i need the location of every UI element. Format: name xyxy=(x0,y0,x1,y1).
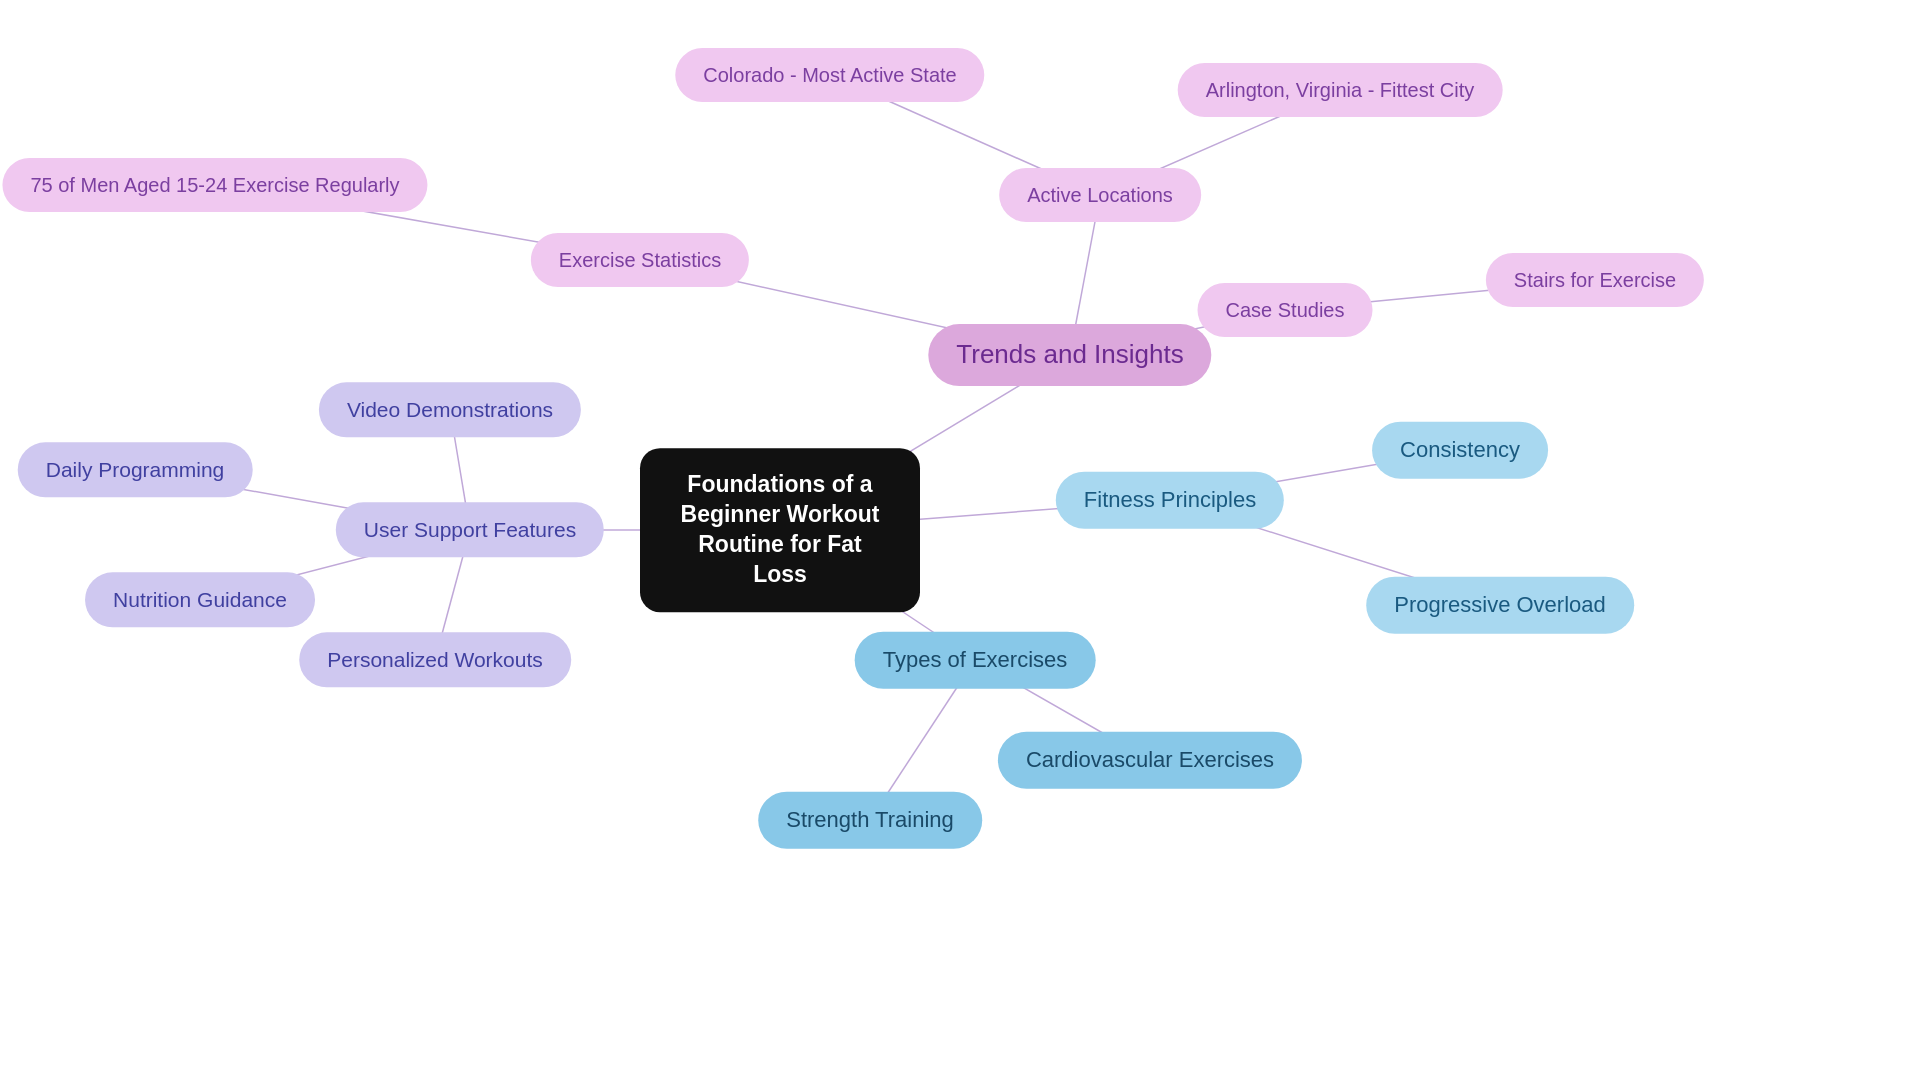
exercise-stats-node[interactable]: Exercise Statistics xyxy=(531,233,749,287)
video-demo-label: Video Demonstrations xyxy=(347,396,553,423)
stairs-node[interactable]: Stairs for Exercise xyxy=(1486,253,1704,307)
stairs-label: Stairs for Exercise xyxy=(1514,267,1676,293)
strength-node[interactable]: Strength Training xyxy=(758,792,982,849)
nutrition-node[interactable]: Nutrition Guidance xyxy=(85,572,315,627)
case-studies-node[interactable]: Case Studies xyxy=(1198,283,1373,337)
personalized-node[interactable]: Personalized Workouts xyxy=(299,632,571,687)
progressive-node[interactable]: Progressive Overload xyxy=(1366,577,1634,634)
active-locations-node[interactable]: Active Locations xyxy=(999,168,1201,222)
men-stat-label: 75 of Men Aged 15-24 Exercise Regularly xyxy=(30,172,399,198)
daily-prog-label: Daily Programming xyxy=(46,456,225,483)
fitness-principles-label: Fitness Principles xyxy=(1084,486,1256,515)
mindmap-container: Foundations of a Beginner Workout Routin… xyxy=(0,0,1920,1083)
progressive-label: Progressive Overload xyxy=(1394,591,1606,620)
cardio-node[interactable]: Cardiovascular Exercises xyxy=(998,732,1302,789)
types-exercises-label: Types of Exercises xyxy=(883,646,1068,675)
user-support-node[interactable]: User Support Features xyxy=(336,502,604,557)
center-node[interactable]: Foundations of a Beginner Workout Routin… xyxy=(640,448,920,612)
colorado-label: Colorado - Most Active State xyxy=(703,62,956,88)
active-locations-label: Active Locations xyxy=(1027,182,1173,208)
fitness-principles-node[interactable]: Fitness Principles xyxy=(1056,472,1284,529)
nutrition-label: Nutrition Guidance xyxy=(113,586,287,613)
personalized-label: Personalized Workouts xyxy=(327,646,543,673)
men-stat-node[interactable]: 75 of Men Aged 15-24 Exercise Regularly xyxy=(2,158,427,212)
exercise-stats-label: Exercise Statistics xyxy=(559,247,721,273)
consistency-label: Consistency xyxy=(1400,436,1520,465)
consistency-node[interactable]: Consistency xyxy=(1372,422,1548,479)
center-label: Foundations of a Beginner Workout Routin… xyxy=(670,470,890,590)
trends-label: Trends and Insights xyxy=(956,338,1183,372)
user-support-label: User Support Features xyxy=(364,516,576,543)
case-studies-label: Case Studies xyxy=(1226,297,1345,323)
strength-label: Strength Training xyxy=(786,806,954,835)
arlington-node[interactable]: Arlington, Virginia - Fittest City xyxy=(1178,63,1503,117)
types-exercises-node[interactable]: Types of Exercises xyxy=(855,632,1096,689)
daily-prog-node[interactable]: Daily Programming xyxy=(18,442,253,497)
arlington-label: Arlington, Virginia - Fittest City xyxy=(1206,77,1475,103)
video-demo-node[interactable]: Video Demonstrations xyxy=(319,382,581,437)
cardio-label: Cardiovascular Exercises xyxy=(1026,746,1274,775)
colorado-node[interactable]: Colorado - Most Active State xyxy=(675,48,984,102)
trends-node[interactable]: Trends and Insights xyxy=(928,324,1211,386)
